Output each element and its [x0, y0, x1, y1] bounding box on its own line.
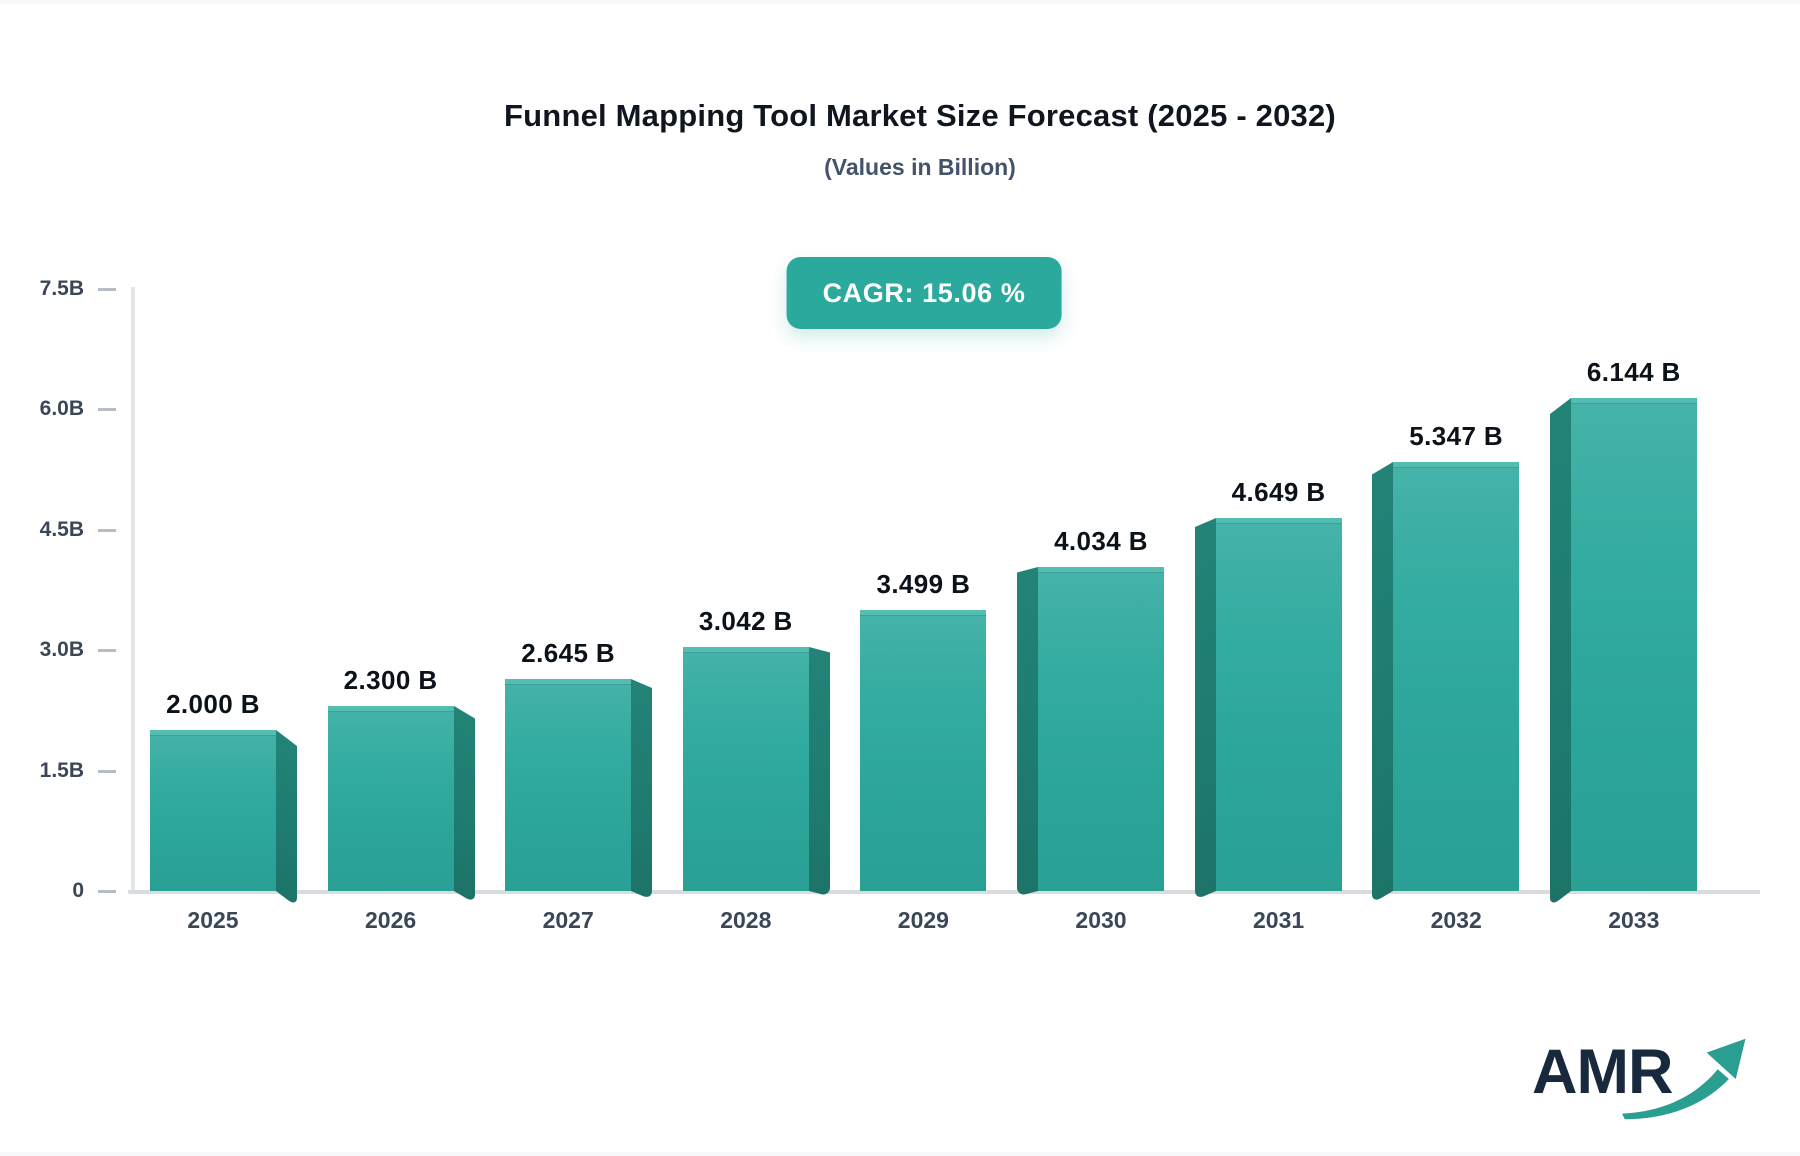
- bar-2027[interactable]: [505, 678, 632, 891]
- bar-2032[interactable]: [1393, 461, 1520, 891]
- y-tick-label: 4.5B: [39, 517, 84, 541]
- y-tick-label: 6.0B: [39, 397, 84, 421]
- x-tick-label-2028: 2028: [720, 907, 772, 933]
- bar-side-shade: [1372, 461, 1394, 904]
- bar-2026[interactable]: [327, 706, 454, 891]
- bar-value-label: 5.347 B: [1409, 420, 1504, 451]
- bar-value-label: 4.649 B: [1231, 476, 1326, 507]
- bar-value-label: 4.034 B: [1054, 526, 1148, 557]
- x-tick-label-2025: 2025: [187, 907, 239, 933]
- bar-value-label: 6.144 B: [1586, 356, 1681, 387]
- y-tick-label: 7.5B: [39, 277, 84, 300]
- bar-2029[interactable]: [860, 610, 987, 891]
- y-tick-dash: [98, 890, 116, 893]
- y-tick-dash: [98, 288, 116, 291]
- growth-arrow-icon: [1622, 1038, 1746, 1120]
- amr-logo: AMR: [1532, 1034, 1762, 1124]
- bar-side-shade: [1194, 517, 1216, 900]
- page-title: Funnel Mapping Tool Market Size Forecast…: [504, 98, 1336, 133]
- chart-page: Funnel Mapping Tool Market Size Forecast…: [0, 0, 1800, 1156]
- bar-value-label: 2.000 B: [166, 689, 260, 720]
- bar-value-label: 3.499 B: [876, 569, 971, 600]
- bar-value-label: 3.042 B: [698, 605, 793, 636]
- bar-value-label: 2.645 B: [521, 637, 616, 668]
- y-tick-dash: [98, 528, 116, 532]
- bar-2028[interactable]: [682, 646, 809, 891]
- bar-2025[interactable]: [150, 730, 276, 891]
- x-tick-label-2032: 2032: [1430, 907, 1482, 933]
- bar-side-shade: [276, 730, 297, 907]
- x-tick-label-2033: 2033: [1608, 907, 1660, 933]
- y-tick-dash: [98, 408, 116, 412]
- x-tick-label-2026: 2026: [365, 907, 417, 933]
- bar-value-label: 2.300 B: [343, 665, 438, 696]
- y-axis-line: [131, 287, 135, 893]
- cagr-badge: CAGR: 15.06 %: [786, 257, 1062, 329]
- y-tick-label: 3.0B: [39, 638, 84, 662]
- bar-side-shade: [453, 706, 475, 904]
- x-tick-label-2027: 2027: [542, 907, 594, 933]
- y-tick-label: 0: [72, 879, 84, 902]
- x-tick-label-2030: 2030: [1075, 907, 1127, 933]
- bar-side-shade: [808, 646, 830, 897]
- x-tick-label-2031: 2031: [1253, 907, 1305, 933]
- y-tick-dash: [98, 769, 116, 773]
- bar-side-shade: [1549, 397, 1571, 907]
- x-tick-label-2029: 2029: [897, 907, 949, 933]
- bar-side-shade: [1017, 567, 1038, 897]
- bar-2030[interactable]: [1038, 567, 1164, 891]
- y-tick-label: 1.5B: [39, 758, 84, 782]
- bar-side-shade: [631, 678, 653, 900]
- y-tick-dash: [98, 649, 116, 653]
- bar-2033[interactable]: [1570, 397, 1697, 891]
- bar-2031[interactable]: [1215, 517, 1342, 891]
- page-subtitle: (Values in Billion): [824, 154, 1016, 180]
